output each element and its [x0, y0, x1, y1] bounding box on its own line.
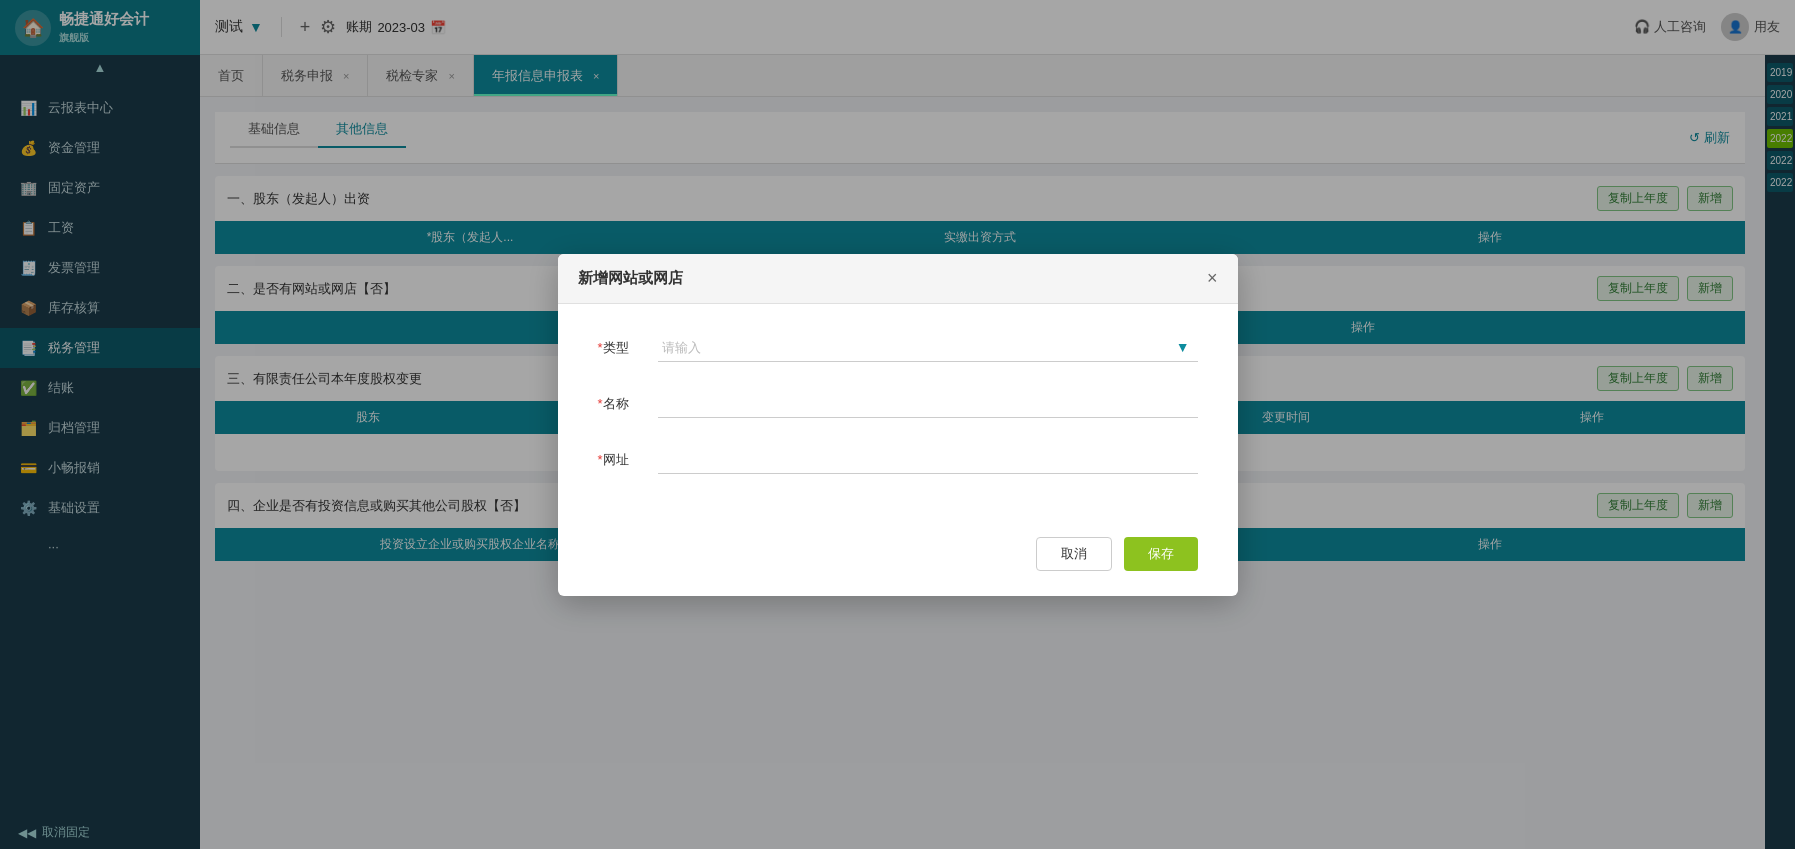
dialog-overlay[interactable]: 新增网站或网店 × *类型 ▼ *名称	[0, 0, 1795, 849]
url-input[interactable]	[658, 446, 1198, 473]
dialog-footer: 取消 保存	[558, 522, 1238, 596]
cancel-button[interactable]: 取消	[1036, 537, 1112, 571]
form-label-name: *名称	[598, 395, 658, 413]
dialog-header: 新增网站或网店 ×	[558, 254, 1238, 304]
dialog-title: 新增网站或网店	[578, 269, 683, 288]
form-row-url: *网址	[598, 446, 1198, 474]
add-website-dialog: 新增网站或网店 × *类型 ▼ *名称	[558, 254, 1238, 596]
form-label-url: *网址	[598, 451, 658, 469]
name-input[interactable]	[658, 390, 1198, 417]
form-name-input-wrap	[658, 390, 1198, 418]
form-url-input-wrap	[658, 446, 1198, 474]
form-row-name: *名称	[598, 390, 1198, 418]
required-asterisk-type: *	[598, 340, 603, 355]
form-label-type: *类型	[598, 339, 658, 357]
form-type-input-wrap: ▼	[658, 334, 1198, 362]
required-asterisk-url: *	[598, 452, 603, 467]
dialog-body: *类型 ▼ *名称 *网址	[558, 304, 1238, 522]
type-input[interactable]	[658, 334, 1198, 361]
dialog-close-button[interactable]: ×	[1207, 268, 1218, 289]
save-button[interactable]: 保存	[1124, 537, 1198, 571]
form-row-type: *类型 ▼	[598, 334, 1198, 362]
required-asterisk-name: *	[598, 396, 603, 411]
